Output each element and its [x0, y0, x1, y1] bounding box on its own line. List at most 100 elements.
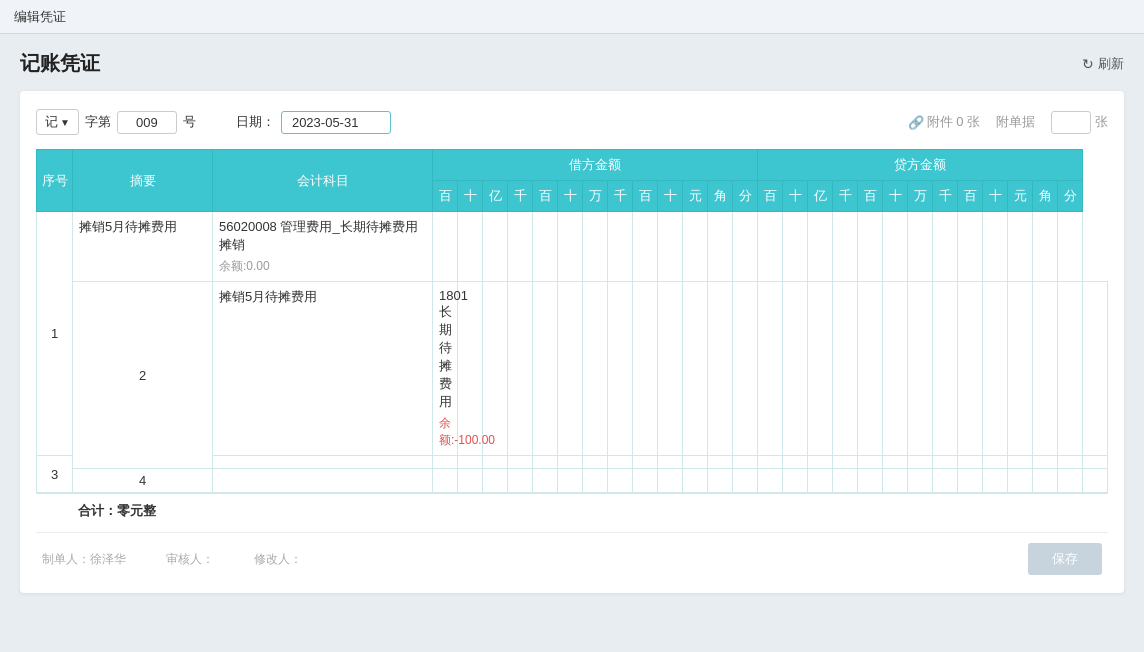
credit-digit-5[interactable] [908, 456, 933, 469]
debit-digit-5[interactable] [558, 212, 583, 282]
credit-digit-5[interactable] [908, 469, 933, 493]
credit-digit-10[interactable] [1008, 212, 1033, 282]
credit-digit-3[interactable] [833, 212, 858, 282]
debit-digit-12[interactable] [733, 212, 758, 282]
debit-digit-8[interactable] [658, 456, 683, 469]
credit-digit-1[interactable] [808, 469, 833, 493]
credit-digit-9[interactable] [1008, 456, 1033, 469]
debit-digit-5[interactable] [583, 456, 608, 469]
debit-digit-7[interactable] [633, 469, 658, 493]
type-dropdown[interactable]: 记 ▼ [36, 109, 79, 135]
refresh-button[interactable]: ↻ 刷新 [1082, 55, 1124, 73]
debit-digit-1[interactable] [483, 282, 508, 456]
debit-digit-9[interactable] [658, 212, 683, 282]
debit-digit-12[interactable] [758, 282, 783, 456]
debit-digit-1[interactable] [483, 456, 508, 469]
debit-digit-8[interactable] [658, 282, 683, 456]
row-subject[interactable] [433, 469, 458, 493]
credit-digit-10[interactable] [1033, 456, 1058, 469]
debit-digit-7[interactable] [633, 456, 658, 469]
credit-digit-0[interactable] [783, 456, 808, 469]
row-summary[interactable] [213, 456, 433, 469]
debit-digit-7[interactable] [608, 212, 633, 282]
credit-digit-9[interactable] [983, 212, 1008, 282]
credit-digit-2[interactable] [833, 282, 858, 456]
debit-digit-6[interactable] [583, 212, 608, 282]
debit-digit-0[interactable] [458, 456, 483, 469]
credit-digit-3[interactable] [858, 469, 883, 493]
debit-digit-10[interactable] [708, 282, 733, 456]
credit-digit-4[interactable] [883, 469, 908, 493]
zhang-input[interactable] [1051, 111, 1091, 134]
debit-digit-10[interactable] [708, 456, 733, 469]
debit-digit-9[interactable] [683, 282, 708, 456]
credit-digit-4[interactable] [858, 212, 883, 282]
attachment-link[interactable]: 🔗 附件 0 张 [908, 113, 980, 131]
credit-digit-8[interactable] [983, 282, 1008, 456]
debit-digit-2[interactable] [508, 282, 533, 456]
debit-digit-9[interactable] [683, 456, 708, 469]
credit-digit-12[interactable] [1083, 456, 1108, 469]
credit-digit-6[interactable] [933, 282, 958, 456]
credit-digit-1[interactable] [783, 212, 808, 282]
debit-digit-3[interactable] [508, 212, 533, 282]
debit-digit-12[interactable] [758, 456, 783, 469]
credit-digit-7[interactable] [958, 282, 983, 456]
credit-digit-1[interactable] [808, 456, 833, 469]
debit-digit-8[interactable] [658, 469, 683, 493]
row-subject[interactable]: 56020008 管理费用_长期待摊费用摊销余额:0.00 [213, 212, 433, 282]
debit-digit-7[interactable] [633, 282, 658, 456]
debit-digit-1[interactable] [458, 212, 483, 282]
debit-digit-10[interactable] [708, 469, 733, 493]
debit-digit-12[interactable] [758, 469, 783, 493]
debit-digit-11[interactable] [708, 212, 733, 282]
debit-digit-6[interactable] [608, 469, 633, 493]
credit-digit-9[interactable] [1008, 282, 1033, 456]
date-input[interactable] [281, 111, 391, 134]
debit-digit-3[interactable] [533, 456, 558, 469]
debit-digit-4[interactable] [558, 469, 583, 493]
number-input[interactable] [117, 111, 177, 134]
debit-digit-11[interactable] [733, 469, 758, 493]
credit-digit-12[interactable] [1058, 212, 1083, 282]
debit-digit-3[interactable] [533, 469, 558, 493]
debit-digit-5[interactable] [583, 469, 608, 493]
debit-digit-0[interactable] [458, 282, 483, 456]
credit-digit-11[interactable] [1058, 469, 1083, 493]
credit-digit-7[interactable] [933, 212, 958, 282]
debit-digit-5[interactable] [583, 282, 608, 456]
credit-digit-0[interactable] [758, 212, 783, 282]
credit-digit-0[interactable] [783, 469, 808, 493]
credit-digit-4[interactable] [883, 456, 908, 469]
credit-digit-6[interactable] [933, 456, 958, 469]
debit-digit-11[interactable] [733, 282, 758, 456]
credit-digit-9[interactable] [1008, 469, 1033, 493]
debit-digit-2[interactable] [508, 456, 533, 469]
save-button[interactable]: 保存 [1028, 543, 1102, 575]
debit-digit-4[interactable] [533, 212, 558, 282]
debit-digit-0[interactable] [433, 212, 458, 282]
credit-digit-2[interactable] [833, 469, 858, 493]
debit-digit-11[interactable] [733, 456, 758, 469]
debit-digit-9[interactable] [683, 469, 708, 493]
credit-digit-8[interactable] [983, 469, 1008, 493]
credit-digit-12[interactable] [1083, 282, 1108, 456]
credit-digit-1[interactable] [808, 282, 833, 456]
credit-digit-7[interactable] [958, 469, 983, 493]
credit-digit-6[interactable] [933, 469, 958, 493]
debit-digit-6[interactable] [608, 456, 633, 469]
credit-digit-2[interactable] [808, 212, 833, 282]
credit-digit-12[interactable] [1083, 469, 1108, 493]
credit-digit-0[interactable] [783, 282, 808, 456]
credit-digit-4[interactable] [883, 282, 908, 456]
credit-digit-7[interactable] [958, 456, 983, 469]
credit-digit-3[interactable] [858, 456, 883, 469]
credit-digit-11[interactable] [1058, 456, 1083, 469]
row-subject[interactable] [433, 456, 458, 469]
row-summary[interactable] [213, 469, 433, 493]
row-summary[interactable]: 摊销5月待摊费用 [73, 212, 213, 282]
debit-digit-2[interactable] [508, 469, 533, 493]
debit-digit-1[interactable] [483, 469, 508, 493]
credit-digit-8[interactable] [983, 456, 1008, 469]
debit-digit-6[interactable] [608, 282, 633, 456]
